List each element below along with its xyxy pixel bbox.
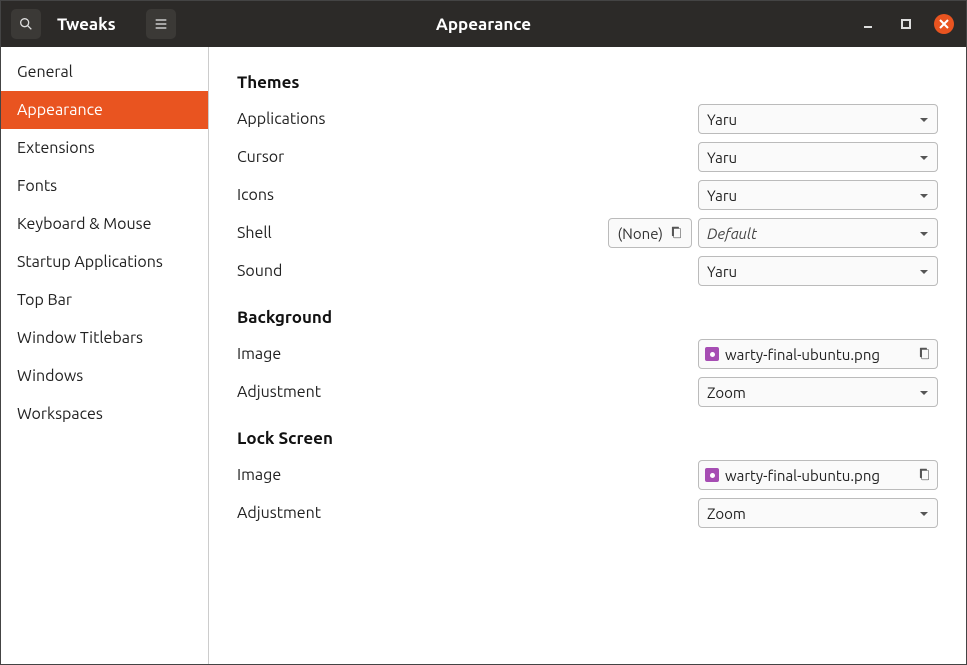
app-name: Tweaks (57, 15, 116, 34)
sidebar-item-label: Windows (17, 367, 83, 385)
combo-lockscreen-adjustment[interactable]: Zoom (698, 498, 938, 528)
search-button[interactable] (11, 9, 41, 39)
sidebar: General Appearance Extensions Fonts Keyb… (1, 47, 209, 664)
file-picker-background-image[interactable]: warty-final-ubuntu.png (698, 339, 938, 369)
maximize-icon (900, 18, 912, 30)
row-background-image: Image warty-final-ubuntu.png (237, 335, 938, 373)
combo-value: Yaru (707, 263, 737, 280)
sidebar-item-label: Window Titlebars (17, 329, 143, 347)
sidebar-item-window-titlebars[interactable]: Window Titlebars (1, 319, 208, 357)
sidebar-item-label: Workspaces (17, 405, 103, 423)
row-lockscreen-image: Image warty-final-ubuntu.png (237, 456, 938, 494)
row-shell: Shell (None) Default (237, 214, 938, 252)
file-name: warty-final-ubuntu.png (725, 467, 880, 484)
row-applications: Applications Yaru (237, 100, 938, 138)
combo-background-adjustment[interactable]: Zoom (698, 377, 938, 407)
titlebar: Tweaks Appearance (1, 1, 966, 47)
sidebar-item-label: Keyboard & Mouse (17, 215, 151, 233)
chevron-down-icon (919, 149, 929, 166)
sidebar-item-general[interactable]: General (1, 53, 208, 91)
search-icon (18, 16, 34, 32)
sidebar-item-workspaces[interactable]: Workspaces (1, 395, 208, 433)
combo-cursor[interactable]: Yaru (698, 142, 938, 172)
sidebar-item-windows[interactable]: Windows (1, 357, 208, 395)
combo-value: Zoom (707, 505, 746, 522)
row-icons: Icons Yaru (237, 176, 938, 214)
hamburger-icon (153, 16, 169, 32)
shell-none-button[interactable]: (None) (608, 218, 692, 248)
chevron-down-icon (919, 225, 929, 242)
chevron-down-icon (919, 187, 929, 204)
page-title: Appearance (436, 15, 531, 34)
content-pane: Themes Applications Yaru Cursor Yaru (209, 47, 966, 664)
sidebar-item-keyboard-mouse[interactable]: Keyboard & Mouse (1, 205, 208, 243)
combo-value: Yaru (707, 149, 737, 166)
chevron-down-icon (919, 505, 929, 522)
combo-value: Yaru (707, 111, 737, 128)
section-heading-lockscreen: Lock Screen (237, 429, 938, 448)
chevron-down-icon (919, 384, 929, 401)
sidebar-item-extensions[interactable]: Extensions (1, 129, 208, 167)
open-file-icon (917, 467, 931, 484)
combo-value: Yaru (707, 187, 737, 204)
label-applications: Applications (237, 110, 325, 128)
combo-value: Default (707, 225, 757, 242)
document-icon (669, 225, 683, 242)
chevron-down-icon (919, 263, 929, 280)
sidebar-item-label: General (17, 63, 73, 81)
combo-shell[interactable]: Default (698, 218, 938, 248)
section-heading-background: Background (237, 308, 938, 327)
open-file-icon (917, 346, 931, 363)
minimize-icon (862, 18, 874, 30)
label-sound: Sound (237, 262, 282, 280)
row-lockscreen-adjustment: Adjustment Zoom (237, 494, 938, 532)
sidebar-item-label: Appearance (17, 101, 103, 119)
row-sound: Sound Yaru (237, 252, 938, 290)
close-icon (938, 18, 950, 30)
combo-icons[interactable]: Yaru (698, 180, 938, 210)
window-controls (858, 14, 966, 34)
sidebar-item-startup-applications[interactable]: Startup Applications (1, 243, 208, 281)
sidebar-item-appearance[interactable]: Appearance (1, 91, 208, 129)
label-shell: Shell (237, 224, 272, 242)
window: Tweaks Appearance General Appearance Ext (0, 0, 967, 665)
shell-none-text: (None) (617, 225, 663, 242)
label-ls-adjustment: Adjustment (237, 504, 321, 522)
label-ls-image: Image (237, 466, 281, 484)
maximize-button[interactable] (896, 14, 916, 34)
close-button[interactable] (934, 14, 954, 34)
minimize-button[interactable] (858, 14, 878, 34)
sidebar-item-fonts[interactable]: Fonts (1, 167, 208, 205)
combo-sound[interactable]: Yaru (698, 256, 938, 286)
sidebar-item-top-bar[interactable]: Top Bar (1, 281, 208, 319)
menu-button[interactable] (146, 9, 176, 39)
sidebar-item-label: Top Bar (17, 291, 72, 309)
label-cursor: Cursor (237, 148, 284, 166)
image-thumbnail-icon (705, 468, 719, 482)
combo-value: Zoom (707, 384, 746, 401)
file-name: warty-final-ubuntu.png (725, 346, 880, 363)
section-heading-themes: Themes (237, 73, 938, 92)
label-bg-image: Image (237, 345, 281, 363)
combo-applications[interactable]: Yaru (698, 104, 938, 134)
row-cursor: Cursor Yaru (237, 138, 938, 176)
sidebar-item-label: Fonts (17, 177, 57, 195)
sidebar-item-label: Extensions (17, 139, 95, 157)
titlebar-left: Tweaks (1, 9, 176, 39)
body: General Appearance Extensions Fonts Keyb… (1, 47, 966, 664)
sidebar-item-label: Startup Applications (17, 253, 163, 271)
row-background-adjustment: Adjustment Zoom (237, 373, 938, 411)
label-bg-adjustment: Adjustment (237, 383, 321, 401)
file-picker-lockscreen-image[interactable]: warty-final-ubuntu.png (698, 460, 938, 490)
image-thumbnail-icon (705, 347, 719, 361)
label-icons: Icons (237, 186, 274, 204)
chevron-down-icon (919, 111, 929, 128)
